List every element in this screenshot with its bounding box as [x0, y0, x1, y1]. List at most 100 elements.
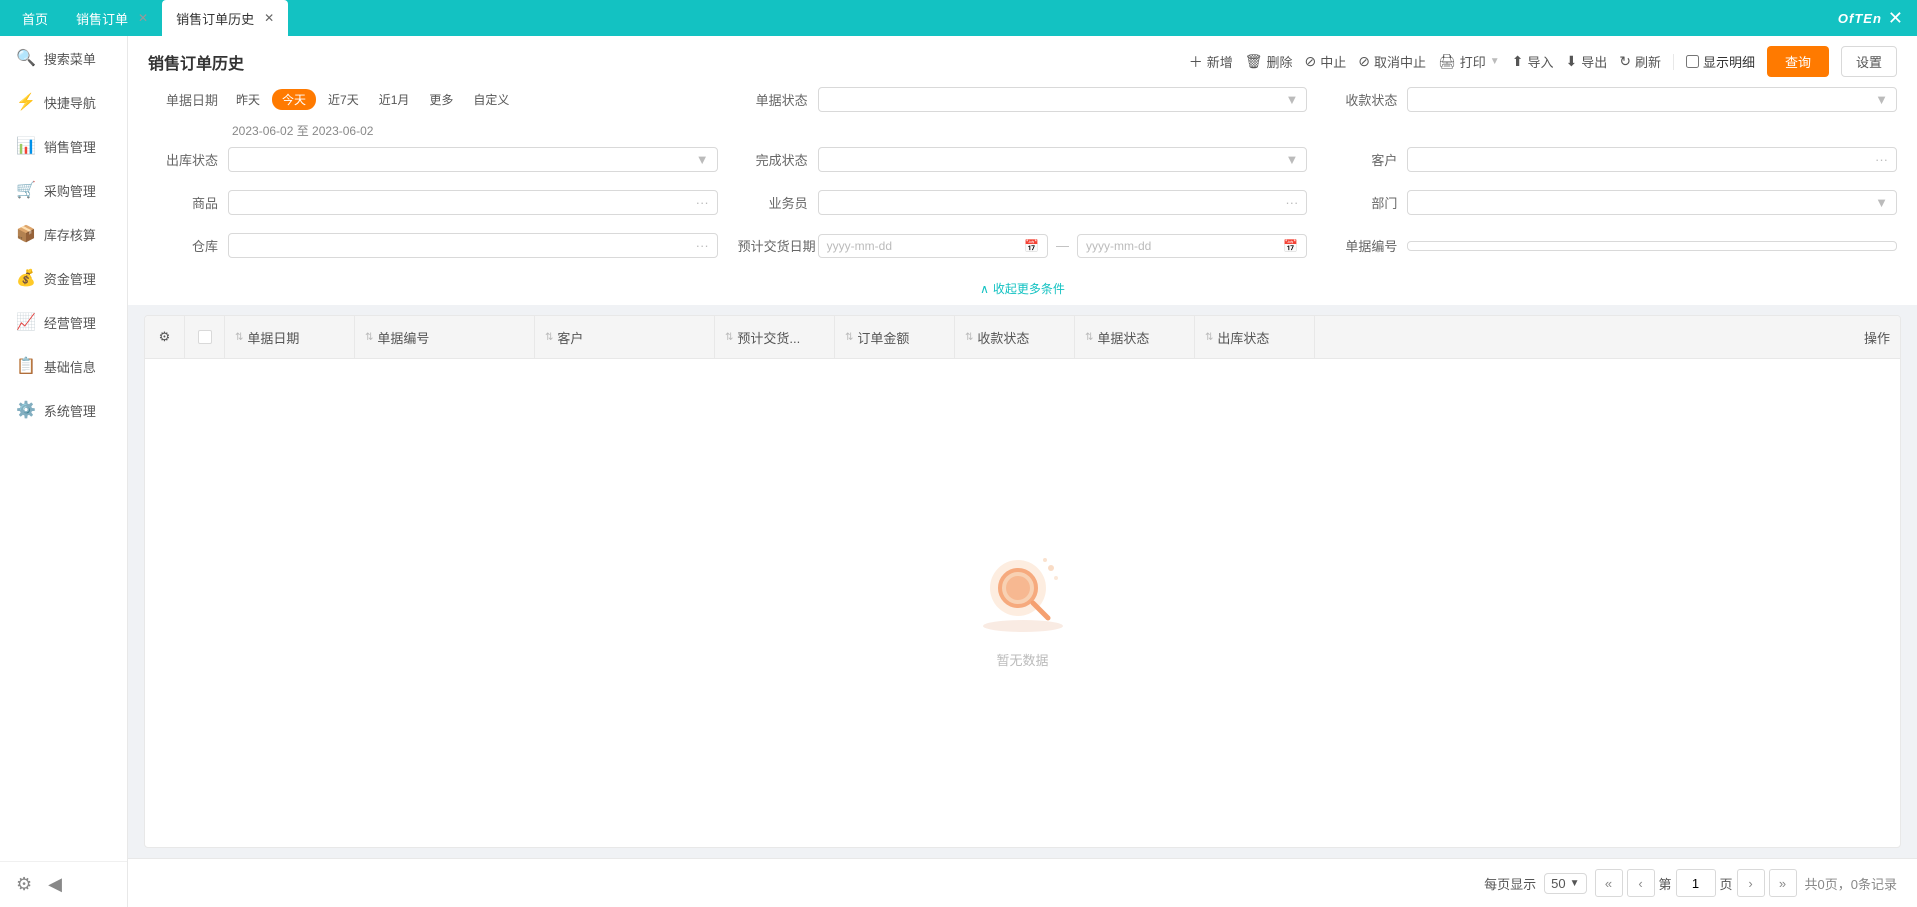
first-page-btn[interactable]: « [1595, 869, 1623, 897]
date-opt-7days[interactable]: 近7天 [320, 89, 367, 110]
sidebar-item-quicknav[interactable]: ⚡ 快捷导航 [0, 80, 127, 124]
order-number-input[interactable] [1407, 241, 1897, 251]
setting-button[interactable]: 设置 [1841, 46, 1897, 77]
th-delivery[interactable]: ⇅ 预计交货... [715, 316, 835, 358]
sidebar-item-inventory[interactable]: 📦 库存核算 [0, 212, 127, 256]
filter-order-status: 单据状态 ▼ [738, 87, 1308, 112]
page-size-select[interactable]: 50 ▼ [1544, 873, 1586, 894]
date-opt-yesterday[interactable]: 昨天 [228, 89, 268, 110]
filter-grid-row3: 商品 ··· 业务员 ··· 部门 [148, 190, 1897, 225]
salesperson-dots-icon: ··· [1285, 195, 1298, 210]
tab-home[interactable]: 首页 [8, 0, 62, 36]
date-opt-1month[interactable]: 近1月 [371, 89, 418, 110]
page-title-row: 销售订单历史 ＋ 新增 🗑 删除 ⊘ 中止 ⊘ [148, 46, 1897, 87]
show-detail-checkbox[interactable]: 显示明细 [1686, 52, 1755, 71]
filter-date: 单据日期 昨天 今天 近7天 近1月 更多 自定义 [148, 87, 718, 112]
th-amount[interactable]: ⇅ 订单金额 [835, 316, 955, 358]
window-close-btn[interactable]: ✕ [1882, 8, 1909, 29]
delivery-date-start[interactable]: yyyy-mm-dd 📅 [818, 234, 1048, 258]
sidebar-item-search[interactable]: 🔍 搜索菜单 [0, 36, 127, 80]
add-button[interactable]: ＋ 新增 [1189, 52, 1233, 72]
collapse-bar[interactable]: ∧ 收起更多条件 [148, 276, 1897, 305]
sidebar-item-purchase[interactable]: 🛒 采购管理 [0, 168, 127, 212]
date-range-text: 2023-06-02 至 2023-06-02 [232, 122, 373, 139]
next-page-btn[interactable]: › [1737, 869, 1765, 897]
sort-stock-icon: ⇅ [1205, 332, 1213, 343]
sort-number-icon: ⇅ [365, 332, 373, 343]
product-input[interactable]: ··· [228, 190, 718, 215]
tab-sales-order[interactable]: 销售订单 ✕ [62, 0, 162, 36]
date-range-row: 2023-06-02 至 2023-06-02 [148, 122, 1897, 147]
th-stock-status[interactable]: ⇅ 出库状态 [1195, 316, 1315, 358]
tab-sales-order-history[interactable]: 销售订单历史 ✕ [162, 0, 288, 36]
tab-sales-order-history-close[interactable]: ✕ [264, 11, 274, 25]
date-opt-more[interactable]: 更多 [421, 89, 461, 110]
page-nav: « ‹ 第 页 › » [1595, 869, 1797, 897]
cancel-stop-button[interactable]: ⊘ 取消中止 [1358, 52, 1426, 71]
sidebar-item-operations[interactable]: 📈 经营管理 [0, 300, 127, 344]
sidebar-item-system[interactable]: ⚙️ 系统管理 [0, 388, 127, 432]
header-checkbox[interactable] [198, 330, 212, 344]
prev-page-btn[interactable]: ‹ [1627, 869, 1655, 897]
calendar-start-icon: 📅 [1024, 239, 1039, 253]
date-opt-custom[interactable]: 自定义 [465, 89, 517, 110]
export-button[interactable]: ⬇ 导出 [1565, 52, 1607, 71]
data-table: ⚙ ⇅ 单据日期 ⇅ 单据编号 ⇅ 客户 ⇅ [144, 315, 1901, 848]
delivery-date-end[interactable]: yyyy-mm-dd 📅 [1077, 234, 1307, 258]
sidebar-item-basic-info[interactable]: 📋 基础信息 [0, 344, 127, 388]
sidebar-item-finance[interactable]: 💰 资金管理 [0, 256, 127, 300]
print-button[interactable]: 🖨 打印 ▼ [1438, 52, 1500, 71]
query-button[interactable]: 查询 [1767, 46, 1829, 77]
product-dots-icon: ··· [696, 195, 709, 210]
settings-bottom-icon[interactable]: ⚙ [16, 874, 32, 895]
complete-status-select[interactable]: ▼ [818, 147, 1308, 172]
date-options: 昨天 今天 近7天 近1月 更多 自定义 [228, 89, 517, 110]
th-customer[interactable]: ⇅ 客户 [535, 316, 715, 358]
content-area: 销售订单历史 ＋ 新增 🗑 删除 ⊘ 中止 ⊘ [128, 36, 1917, 907]
order-status-arrow: ▼ [1285, 92, 1298, 107]
order-status-label: 单据状态 [738, 90, 818, 109]
show-detail-input[interactable] [1686, 55, 1699, 68]
stock-status-label: 出库状态 [148, 150, 228, 169]
order-status-select[interactable]: ▼ [818, 87, 1308, 112]
tab-sales-order-close[interactable]: ✕ [138, 11, 148, 25]
customer-input[interactable]: ··· [1407, 147, 1897, 172]
pagination: 每页显示 50 ▼ « ‹ 第 页 › » 共0页，0条记录 [128, 858, 1917, 907]
th-date[interactable]: ⇅ 单据日期 [225, 316, 355, 358]
date-label: 单据日期 [148, 90, 228, 109]
toolbar-divider [1673, 54, 1674, 70]
th-settings[interactable]: ⚙ [145, 316, 185, 358]
refresh-button[interactable]: ↻ 刷新 [1619, 52, 1661, 71]
department-select[interactable]: ▼ [1407, 190, 1897, 215]
sort-delivery-icon: ⇅ [725, 332, 733, 343]
filter-customer: 客户 ··· [1327, 147, 1897, 172]
refresh-icon: ↻ [1619, 53, 1631, 70]
warehouse-input[interactable]: ··· [228, 233, 718, 258]
filter-stock-status: 出库状态 ▼ [148, 147, 718, 172]
stop-button[interactable]: ⊘ 中止 [1305, 52, 1347, 71]
stock-status-select[interactable]: ▼ [228, 147, 718, 172]
quicknav-icon: ⚡ [16, 92, 36, 112]
th-number[interactable]: ⇅ 单据编号 [355, 316, 535, 358]
customer-label: 客户 [1327, 150, 1407, 169]
date-opt-today[interactable]: 今天 [272, 89, 316, 110]
th-pay-status[interactable]: ⇅ 收款状态 [955, 316, 1075, 358]
empty-text: 暂无数据 [996, 650, 1048, 669]
import-icon: ⬆ [1512, 53, 1524, 70]
th-order-status[interactable]: ⇅ 单据状态 [1075, 316, 1195, 358]
th-checkbox[interactable] [185, 316, 225, 358]
payment-status-select[interactable]: ▼ [1407, 87, 1897, 112]
collapse-up-icon: ∧ [980, 282, 989, 296]
filter-payment-status: 收款状态 ▼ [1327, 87, 1897, 112]
import-button[interactable]: ⬆ 导入 [1512, 52, 1554, 71]
collapse-sidebar-icon[interactable]: ◀ [48, 874, 62, 895]
payment-status-arrow: ▼ [1875, 92, 1888, 107]
sort-customer-icon: ⇅ [545, 332, 553, 343]
warehouse-dots-icon: ··· [696, 238, 709, 253]
sidebar-item-sales[interactable]: 📊 销售管理 [0, 124, 127, 168]
filter-salesperson: 业务员 ··· [738, 190, 1308, 215]
delete-button[interactable]: 🗑 删除 [1245, 52, 1293, 71]
page-input[interactable] [1676, 869, 1716, 897]
last-page-btn[interactable]: » [1769, 869, 1797, 897]
salesperson-input[interactable]: ··· [818, 190, 1308, 215]
